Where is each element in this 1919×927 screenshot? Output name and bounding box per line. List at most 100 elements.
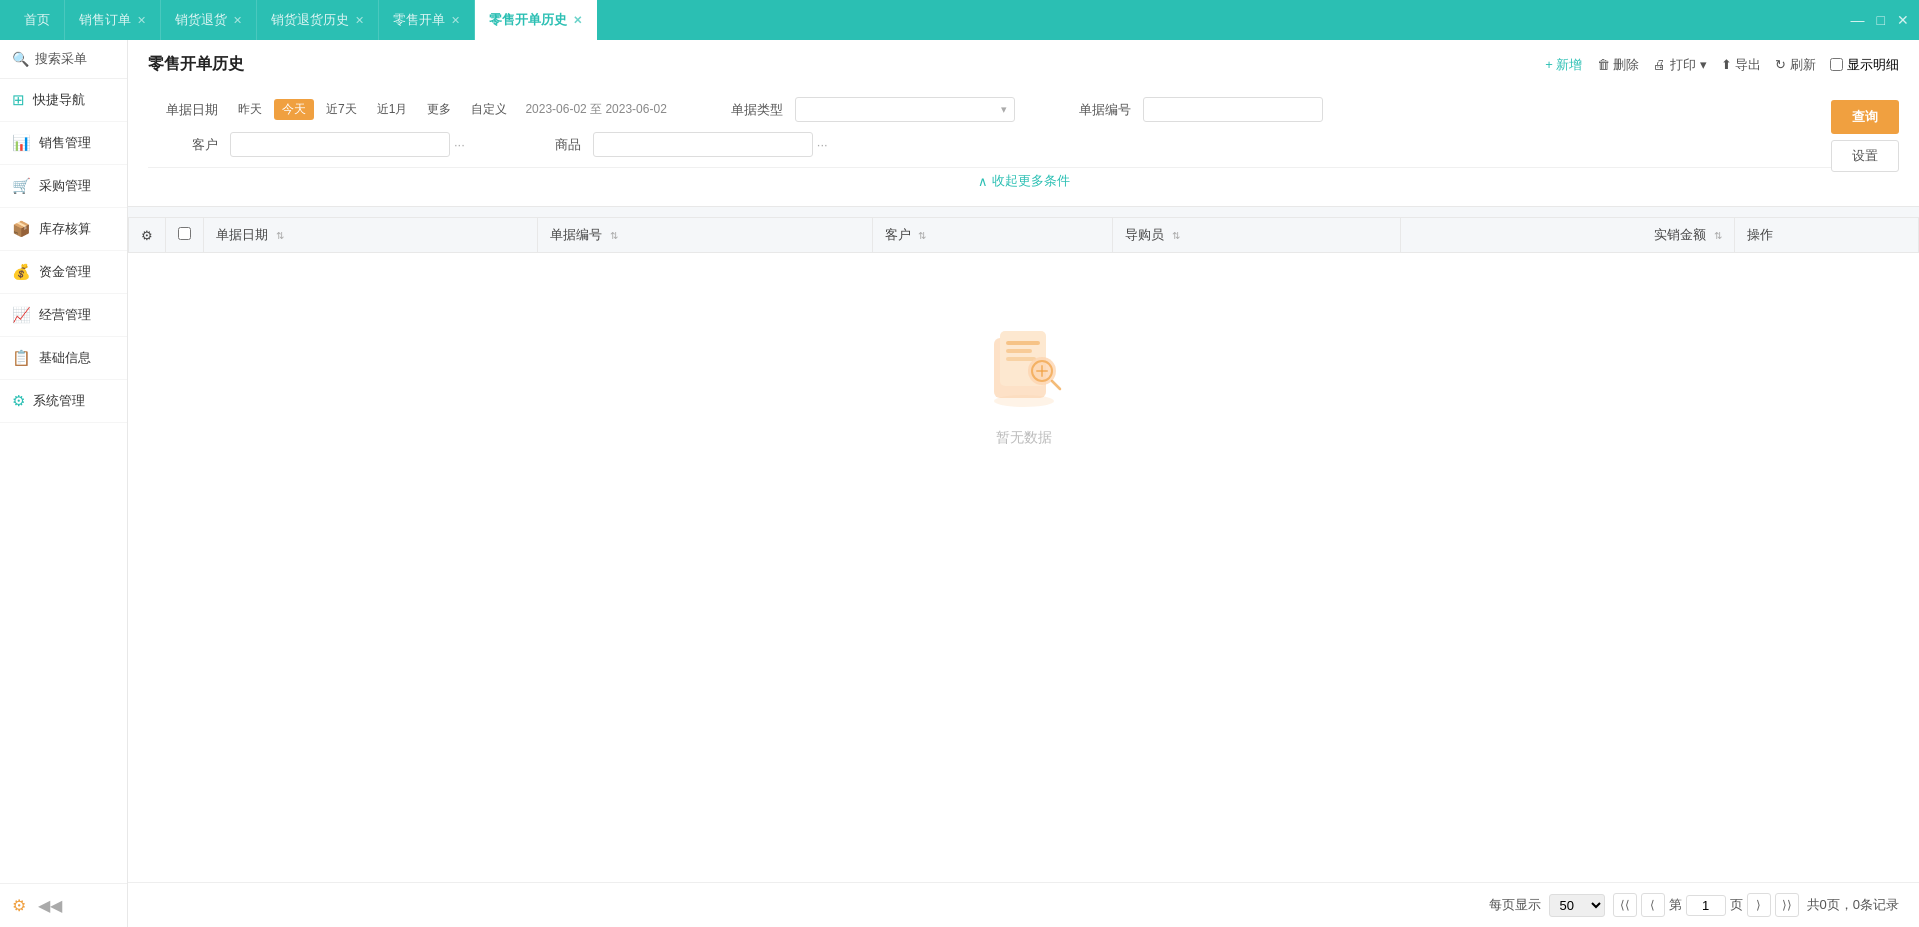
prev-page-button[interactable]: ⟨	[1641, 893, 1665, 917]
sidebar-bottom: ⚙ ◀◀	[0, 883, 127, 927]
settings-icon[interactable]: ⚙	[12, 896, 26, 915]
add-button[interactable]: + 新增	[1545, 56, 1582, 74]
date-btn-more[interactable]: 更多	[419, 99, 459, 120]
tab-home[interactable]: 首页	[10, 0, 65, 40]
quick-nav-icon: ⊞	[12, 91, 25, 109]
empty-state: 暂无数据	[129, 253, 1919, 507]
tab-sales-order-label: 销售订单	[79, 11, 131, 29]
tab-sales-return-history[interactable]: 销货退货历史 ✕	[257, 0, 379, 40]
last-page-button[interactable]: ⟩⟩	[1775, 893, 1799, 917]
sidebar-item-inventory[interactable]: 📦 库存核算	[0, 208, 127, 251]
maximize-button[interactable]: □	[1877, 12, 1885, 28]
tab-sales-return-history-close[interactable]: ✕	[355, 14, 364, 27]
filter-row-1: 单据日期 昨天 今天 近7天 近1月 更多 自定义 2023-06-02 至 2…	[148, 97, 1899, 122]
date-btn-today[interactable]: 今天	[274, 99, 314, 120]
select-all-checkbox[interactable]	[178, 227, 191, 240]
goods-input[interactable]	[593, 132, 813, 157]
customer-ellipsis-icon[interactable]: ···	[454, 137, 465, 152]
th-amount[interactable]: 实销金额 ⇅	[1400, 218, 1734, 253]
sidebar-search-label: 搜索采单	[35, 50, 87, 68]
sidebar-item-system[interactable]: ⚙ 系统管理	[0, 380, 127, 423]
collapse-more-btn[interactable]: ∧ 收起更多条件	[148, 167, 1899, 196]
bill-type-label: 单据类型	[713, 101, 783, 119]
date-btn-custom[interactable]: 自定义	[463, 99, 515, 120]
sidebar-item-operations[interactable]: 📈 经营管理	[0, 294, 127, 337]
th-checkbox[interactable]	[166, 218, 204, 253]
th-guide-label: 导购员	[1125, 227, 1164, 242]
page-label: 页	[1730, 896, 1743, 914]
sidebar-item-quick-nav[interactable]: ⊞ 快捷导航	[0, 79, 127, 122]
date-btn-7days[interactable]: 近7天	[318, 99, 365, 120]
tab-retail-open[interactable]: 零售开单 ✕	[379, 0, 475, 40]
query-button[interactable]: 查询	[1831, 100, 1899, 134]
table-header: ⚙ 单据日期 ⇅ 单据编号 ⇅ 客户	[129, 218, 1919, 253]
page-number-input[interactable]: 1	[1686, 895, 1726, 916]
export-button[interactable]: ⬆ 导出	[1721, 56, 1762, 74]
collapse-more-icon: ∧	[978, 174, 988, 189]
th-date-label: 单据日期	[216, 227, 268, 242]
sort-date-icon: ⇅	[276, 230, 284, 241]
basic-info-icon: 📋	[12, 349, 31, 367]
sidebar-item-operations-label: 经营管理	[39, 306, 91, 324]
first-page-button[interactable]: ⟨⟨	[1613, 893, 1637, 917]
bill-type-select-wrapper: ▾	[795, 97, 1015, 122]
sidebar-item-basic-info[interactable]: 📋 基础信息	[0, 337, 127, 380]
customer-input[interactable]	[230, 132, 450, 157]
goods-ellipsis-icon[interactable]: ···	[817, 137, 828, 152]
sidebar-item-sales-mgmt[interactable]: 📊 销售管理	[0, 122, 127, 165]
empty-state-row: 暂无数据	[129, 253, 1919, 508]
sidebar-item-finance[interactable]: 💰 资金管理	[0, 251, 127, 294]
date-filter-label: 单据日期	[148, 101, 218, 119]
th-action-label: 操作	[1747, 227, 1773, 242]
svg-rect-3	[1006, 341, 1040, 345]
tab-retail-open-history-close[interactable]: ✕	[573, 14, 582, 27]
next-page-button[interactable]: ⟩	[1747, 893, 1771, 917]
tab-sales-return-close[interactable]: ✕	[233, 14, 242, 27]
collapse-sidebar-icon[interactable]: ◀◀	[38, 896, 62, 915]
th-guide[interactable]: 导购员 ⇅	[1113, 218, 1400, 253]
settings-button[interactable]: 设置	[1831, 140, 1899, 172]
th-customer[interactable]: 客户 ⇅	[872, 218, 1112, 253]
per-page-select[interactable]: 50 100 200	[1549, 894, 1605, 917]
data-table-container: ⚙ 单据日期 ⇅ 单据编号 ⇅ 客户	[128, 217, 1919, 882]
refresh-button[interactable]: ↻ 刷新	[1775, 56, 1816, 74]
date-range-display: 2023-06-02 至 2023-06-02	[525, 101, 666, 118]
minimize-button[interactable]: —	[1851, 12, 1865, 28]
sidebar-item-sales-label: 销售管理	[39, 134, 91, 152]
content-area: 零售开单历史 + 新增 🗑 删除 🖨 打印 ▾ ⬆ 导出 ↻ 刷新 显示明细	[128, 40, 1919, 927]
tab-sales-order[interactable]: 销售订单 ✕	[65, 0, 161, 40]
date-btn-1month[interactable]: 近1月	[369, 99, 416, 120]
page-header-top: 零售开单历史 + 新增 🗑 删除 🖨 打印 ▾ ⬆ 导出 ↻ 刷新 显示明细	[148, 54, 1899, 75]
tab-retail-open-close[interactable]: ✕	[451, 14, 460, 27]
th-number[interactable]: 单据编号 ⇅	[538, 218, 872, 253]
tab-sales-order-close[interactable]: ✕	[137, 14, 146, 27]
filter-area: 单据日期 昨天 今天 近7天 近1月 更多 自定义 2023-06-02 至 2…	[148, 87, 1899, 206]
toolbar: + 新增 🗑 删除 🖨 打印 ▾ ⬆ 导出 ↻ 刷新 显示明细	[1545, 56, 1899, 74]
th-settings[interactable]: ⚙	[129, 218, 166, 253]
filter-row-2: 客户 ··· 商品 ···	[148, 132, 1899, 157]
customer-input-wrapper: ···	[230, 132, 465, 157]
delete-button[interactable]: 🗑 删除	[1597, 56, 1640, 74]
collapse-more-label: 收起更多条件	[992, 172, 1070, 190]
close-button[interactable]: ✕	[1897, 12, 1909, 28]
bill-number-label: 单据编号	[1061, 101, 1131, 119]
display-columns-toggle[interactable]: 显示明细	[1830, 56, 1899, 74]
sidebar-item-purchase-mgmt[interactable]: 🛒 采购管理	[0, 165, 127, 208]
display-columns-checkbox[interactable]	[1830, 58, 1843, 71]
th-number-label: 单据编号	[550, 227, 602, 242]
bill-type-select[interactable]	[795, 97, 1015, 122]
th-action: 操作	[1734, 218, 1918, 253]
sort-number-icon: ⇅	[610, 230, 618, 241]
date-filter-buttons: 昨天 今天 近7天 近1月 更多 自定义	[230, 99, 515, 120]
page-header: 零售开单历史 + 新增 🗑 删除 🖨 打印 ▾ ⬆ 导出 ↻ 刷新 显示明细	[128, 40, 1919, 207]
date-btn-yesterday[interactable]: 昨天	[230, 99, 270, 120]
bill-number-input[interactable]	[1143, 97, 1323, 122]
window-controls: — □ ✕	[1851, 12, 1909, 28]
sidebar-search[interactable]: 🔍 搜索采单	[0, 40, 127, 79]
tab-retail-open-history[interactable]: 零售开单历史 ✕	[475, 0, 597, 40]
th-date[interactable]: 单据日期 ⇅	[204, 218, 538, 253]
print-button[interactable]: 🖨 打印 ▾	[1653, 56, 1707, 74]
tab-sales-return[interactable]: 销货退货 ✕	[161, 0, 257, 40]
goods-input-wrapper: ···	[593, 132, 828, 157]
customer-label: 客户	[148, 136, 218, 154]
